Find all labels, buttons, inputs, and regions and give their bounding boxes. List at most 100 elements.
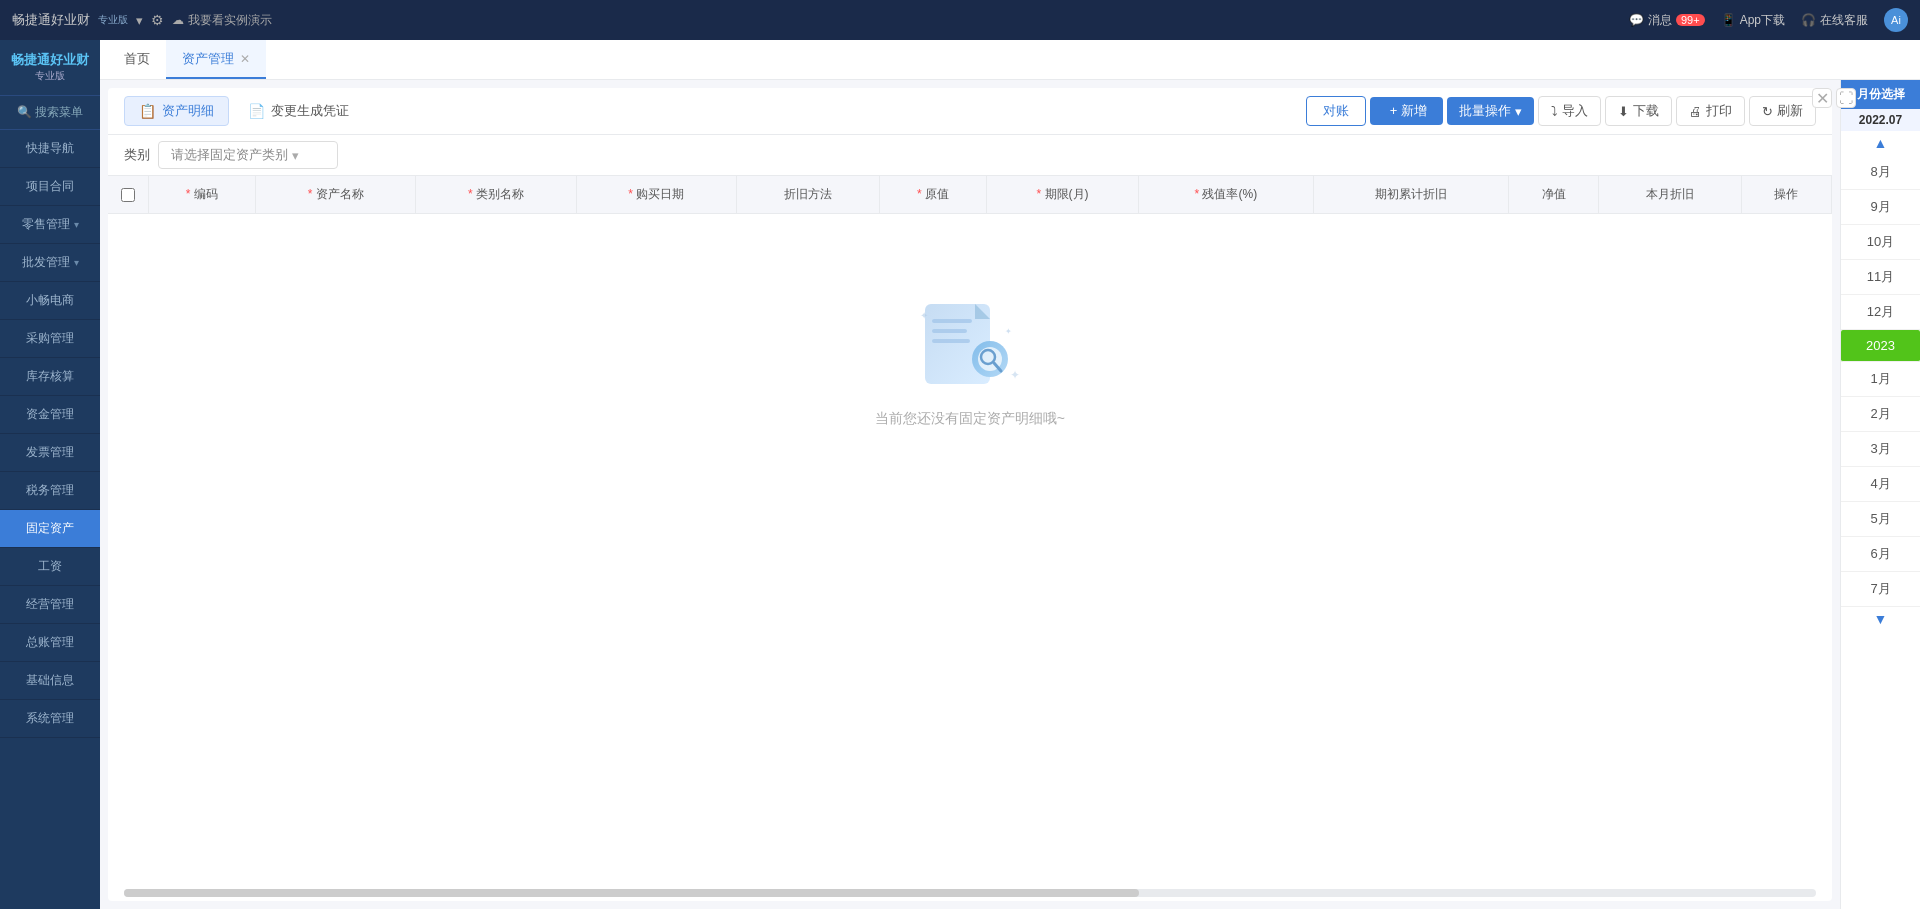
list-icon: 📋 [139, 103, 156, 119]
search-icon: 🔍 [17, 105, 32, 119]
scroll-thumb[interactable] [124, 889, 1139, 897]
sidebar-item-purchase[interactable]: 采购管理 [0, 320, 100, 358]
sub-tab-change-voucher[interactable]: 📄 变更生成凭证 [233, 96, 364, 126]
import-button[interactable]: ⤵ 导入 [1538, 96, 1601, 126]
sub-tab-asset-detail[interactable]: 📋 资产明细 [124, 96, 229, 126]
sidebar-item-inventory[interactable]: 库存核算 [0, 358, 100, 396]
col-dep-method: 折旧方法 [737, 176, 880, 214]
sidebar-item-salary[interactable]: 工资 [0, 548, 100, 586]
month-item-5[interactable]: 5月 [1841, 502, 1920, 537]
table-header-row: 编码 资产名称 类别名称 购买日期 折旧方法 原值 期限(月) 残值率(%) 期… [108, 176, 1832, 214]
sidebar-item-quicknav[interactable]: 快捷导航 [0, 130, 100, 168]
select-all-checkbox[interactable] [121, 188, 135, 202]
col-residual-rate: 残值率(%) [1138, 176, 1313, 214]
chevron-down-icon: ▾ [74, 257, 79, 268]
table-body: ✦ ✦ ✦ 当前您还没有固定资产明细哦~ [108, 214, 1832, 509]
month-item-12[interactable]: 12月 [1841, 295, 1920, 330]
month-year-label: 2022.07 [1841, 109, 1920, 131]
app-download-button[interactable]: 📱 App下载 [1721, 12, 1785, 29]
col-checkbox [108, 176, 148, 214]
demo-link[interactable]: ☁ 我要看实例演示 [172, 12, 272, 29]
chevron-down-icon: ▾ [1515, 104, 1522, 119]
sidebar-item-wholesale[interactable]: 批发管理 ▾ [0, 244, 100, 282]
download-icon: ⬇ [1618, 104, 1629, 119]
cloud-icon: ☁ [172, 13, 184, 27]
sidebar: 畅捷通好业财 专业版 🔍 搜索菜单 快捷导航 项目合同 零售管理 ▾ 批发管理 … [0, 40, 100, 909]
message-button[interactable]: 💬 消息 99+ [1629, 12, 1705, 29]
svg-text:✦: ✦ [1010, 368, 1020, 382]
sidebar-item-tax[interactable]: 税务管理 [0, 472, 100, 510]
month-item-2[interactable]: 2月 [1841, 397, 1920, 432]
logo-text: 畅捷通好业财 [8, 52, 92, 69]
month-up-arrow[interactable]: ▲ [1870, 131, 1892, 155]
svg-rect-1 [932, 319, 972, 323]
top-bar-right: 💬 消息 99+ 📱 App下载 🎧 在线客服 Ai [1629, 8, 1908, 32]
col-accum-dep: 期初累计折旧 [1313, 176, 1508, 214]
company-name: 畅捷通好业财 [12, 11, 90, 29]
sidebar-item-retail[interactable]: 零售管理 ▾ [0, 206, 100, 244]
tab-asset-management[interactable]: 资产管理 ✕ [166, 40, 266, 79]
col-name: 资产名称 [256, 176, 416, 214]
logo-sub: 专业版 [8, 69, 92, 83]
batch-button[interactable]: 批量操作 ▾ [1447, 97, 1534, 125]
month-item-9[interactable]: 9月 [1841, 190, 1920, 225]
month-item-10[interactable]: 10月 [1841, 225, 1920, 260]
col-net-value: 净值 [1509, 176, 1599, 214]
sidebar-item-basicinfo[interactable]: 基础信息 [0, 662, 100, 700]
month-year-2023-badge[interactable]: 2023 [1841, 330, 1920, 362]
refresh-button[interactable]: ↻ 刷新 [1749, 96, 1816, 126]
empty-illustration: ✦ ✦ ✦ [910, 294, 1030, 394]
col-operation: 操作 [1741, 176, 1831, 214]
download-button[interactable]: ⬇ 下载 [1605, 96, 1672, 126]
tab-bar: 首页 资产管理 ✕ [100, 40, 1920, 80]
month-item-3[interactable]: 3月 [1841, 432, 1920, 467]
sidebar-item-invoice[interactable]: 发票管理 [0, 434, 100, 472]
content-area: 首页 资产管理 ✕ 📋 资产明细 📄 变更生成凭证 [100, 40, 1920, 909]
print-icon: 🖨 [1689, 104, 1702, 119]
sidebar-item-project[interactable]: 项目合同 [0, 168, 100, 206]
sidebar-item-ecommerce[interactable]: 小畅电商 [0, 282, 100, 320]
month-item-4[interactable]: 4月 [1841, 467, 1920, 502]
sidebar-item-ledger[interactable]: 总账管理 [0, 624, 100, 662]
svg-text:✦: ✦ [1005, 327, 1012, 336]
month-panel-expand-button[interactable]: ⛶ [1836, 88, 1856, 108]
top-bar-left: 畅捷通好业财 专业版 ▾ ⚙ ☁ 我要看实例演示 [12, 11, 272, 29]
sidebar-logo: 畅捷通好业财 专业版 [0, 40, 100, 96]
month-item-8[interactable]: 8月 [1841, 155, 1920, 190]
tab-close-icon[interactable]: ✕ [240, 52, 250, 66]
phone-icon: 📱 [1721, 13, 1736, 27]
select-arrow-icon: ▾ [292, 148, 299, 163]
category-label: 类别 [124, 146, 150, 164]
category-placeholder: 请选择固定资产类别 [171, 146, 288, 164]
month-item-6[interactable]: 6月 [1841, 537, 1920, 572]
assets-table: 编码 资产名称 类别名称 购买日期 折旧方法 原值 期限(月) 残值率(%) 期… [108, 176, 1832, 508]
sidebar-item-finance[interactable]: 资金管理 [0, 396, 100, 434]
sidebar-item-operations[interactable]: 经营管理 [0, 586, 100, 624]
month-nav-arrows: ▲ [1841, 131, 1920, 155]
horizontal-scrollbar[interactable] [124, 889, 1816, 897]
chevron-down-icon: ▾ [74, 219, 79, 230]
category-select[interactable]: 请选择固定资产类别 ▾ [158, 141, 338, 169]
print-button[interactable]: 🖨 打印 [1676, 96, 1745, 126]
sidebar-item-system[interactable]: 系统管理 [0, 700, 100, 738]
user-avatar[interactable]: Ai [1884, 8, 1908, 32]
tab-home[interactable]: 首页 [108, 40, 166, 79]
col-purchase-date: 购买日期 [576, 176, 736, 214]
month-panel: 月份选择 2022.07 ▲ 8月 9月 10月 11月 12月 2023 1月… [1840, 80, 1920, 909]
match-button[interactable]: 对账 [1306, 96, 1366, 126]
sidebar-search[interactable]: 🔍 搜索菜单 [0, 96, 100, 130]
filter-bar: 类别 请选择固定资产类别 ▾ [108, 135, 1832, 176]
month-panel-close-button[interactable]: ✕ [1812, 88, 1832, 108]
month-item-1[interactable]: 1月 [1841, 362, 1920, 397]
online-service-button[interactable]: 🎧 在线客服 [1801, 12, 1868, 29]
month-item-11[interactable]: 11月 [1841, 260, 1920, 295]
settings-icon[interactable]: ⚙ [151, 12, 164, 28]
table-container: 编码 资产名称 类别名称 购买日期 折旧方法 原值 期限(月) 残值率(%) 期… [108, 176, 1832, 885]
add-button[interactable]: + 新增 [1370, 97, 1443, 125]
month-down-arrow[interactable]: ▼ [1870, 607, 1892, 631]
company-dropdown[interactable]: ▾ [136, 13, 143, 28]
sidebar-item-fixed-assets[interactable]: 固定资产 [0, 510, 100, 548]
top-bar: 畅捷通好业财 专业版 ▾ ⚙ ☁ 我要看实例演示 💬 消息 99+ 📱 App下… [0, 0, 1920, 40]
month-item-7[interactable]: 7月 [1841, 572, 1920, 607]
month-nav-down-arrows: ▼ [1841, 607, 1920, 631]
